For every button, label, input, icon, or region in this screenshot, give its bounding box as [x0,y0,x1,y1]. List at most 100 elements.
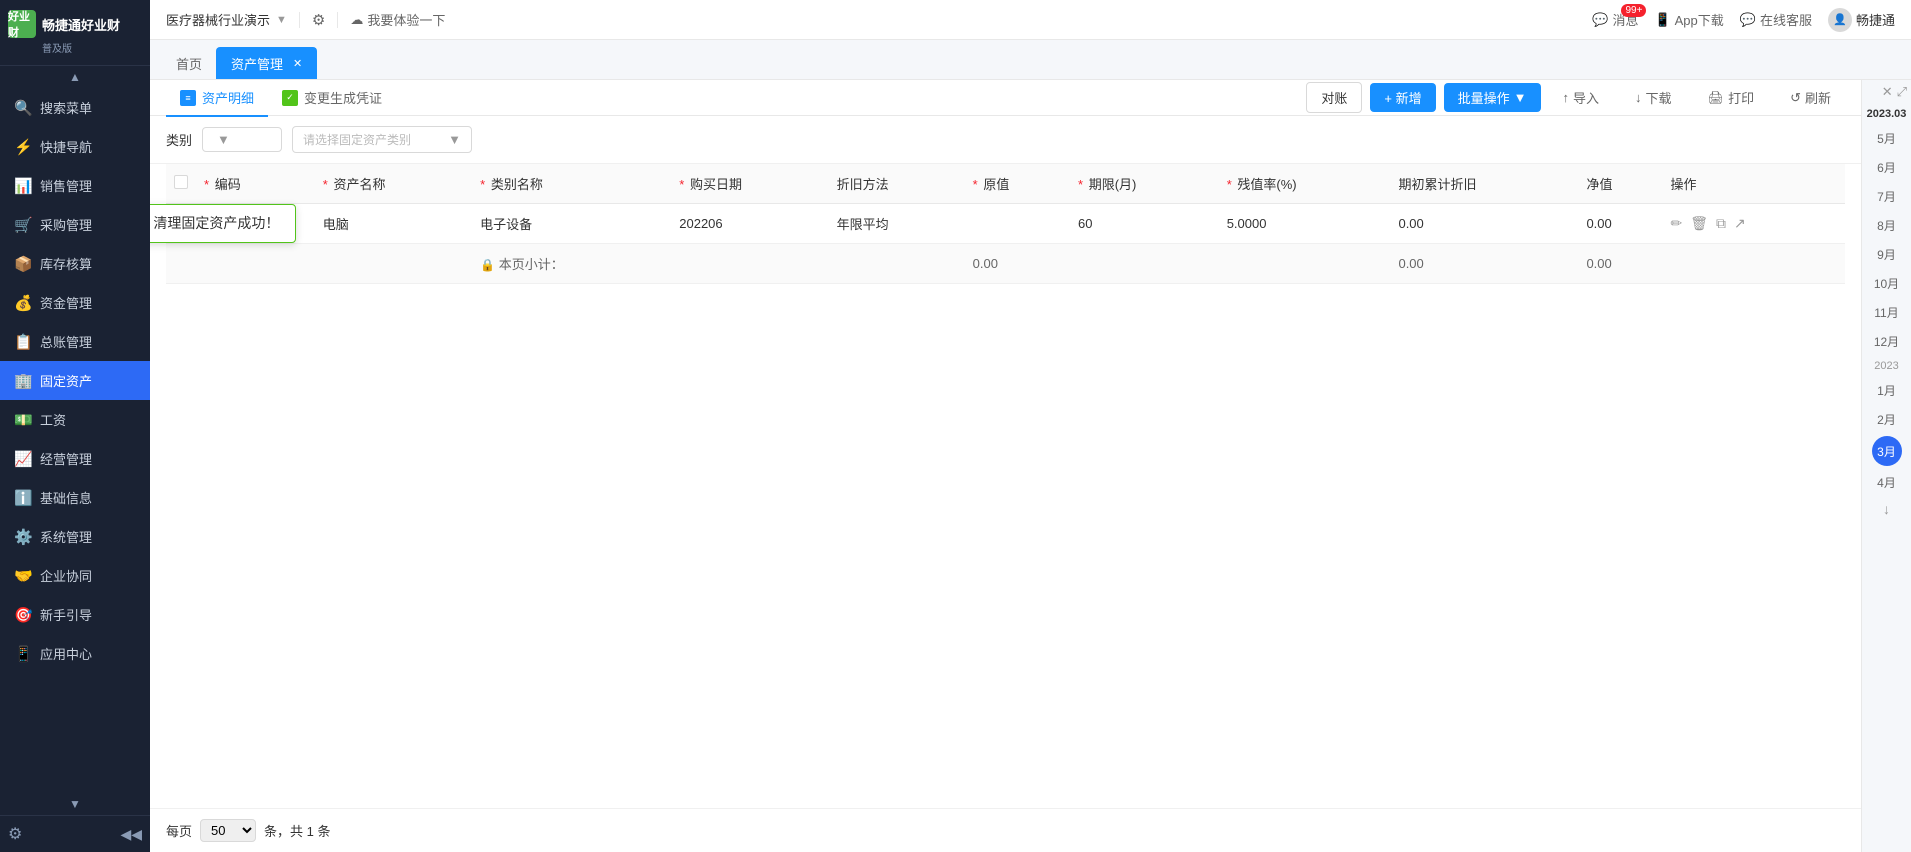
batch-button[interactable]: 批量操作 ▼ [1444,83,1541,112]
app-name: 畅捷通好业财 [42,15,120,34]
company-selector[interactable]: 医疗器械行业演示 ▼ [166,10,287,29]
table-body: 000001 电脑 电子设备 202206 [166,204,1845,284]
download-label: 下载 [1646,88,1672,107]
service-button[interactable]: 💬 在线客服 [1740,10,1812,29]
new-button[interactable]: + 新增 [1370,83,1435,112]
reconcile-label: 对账 [1321,88,1347,107]
row-original-value: ✅ 清理固定资产成功！ [965,204,1070,244]
type-dropdown-icon: ▼ [217,132,230,147]
collab-icon: 🤝 [14,567,32,585]
header-code: * 编码 [196,164,315,204]
content-area: ≡ 资产明细 ✓ 变更生成凭证 对账 + 新增 [150,80,1911,852]
cal-month-9[interactable]: 9月 [1862,240,1911,269]
sidebar-item-sales[interactable]: 📊 销售管理 [0,166,150,205]
company-dropdown-icon: ▼ [276,14,287,26]
per-page-label: 每页 [166,821,192,840]
print-label: 打印 [1728,88,1754,107]
import-button[interactable]: ↑ 导入 [1549,83,1614,112]
refresh-button[interactable]: ↺ 刷新 [1776,83,1845,112]
print-button[interactable]: 🖨 打印 [1694,83,1769,112]
app-download-icon: 📱 [1654,12,1670,28]
per-page-select[interactable]: 50 20 100 [200,819,256,842]
reconcile-button[interactable]: 对账 [1306,82,1362,113]
download-button[interactable]: ↓ 下载 [1621,83,1686,112]
sidebar-scroll-down[interactable]: ▼ [69,797,81,811]
newguide-icon: 🎯 [14,606,32,624]
copy-row-icon[interactable]: ⧉ [1716,215,1726,232]
header-purchase-date: * 购买日期 [671,164,828,204]
sidebar-item-label: 总账管理 [40,332,92,351]
table-subtotal-row: 🔒 本页小计： 0.00 0.00 [166,244,1845,284]
subtotal-label: 本页小计： [499,257,564,272]
tab-asset-detail[interactable]: ≡ 资产明细 [166,80,268,117]
subtotal-initial: 0.00 [1390,244,1578,284]
category-type-select[interactable]: ▼ [202,127,282,152]
sidebar-item-search[interactable]: 🔍 搜索菜单 [0,88,150,127]
sidebar-item-operations[interactable]: 📈 经营管理 [0,439,150,478]
sidebar-item-collab[interactable]: 🤝 企业协同 [0,556,150,595]
cal-month-5[interactable]: 5月 [1862,124,1911,153]
tab-asset-management[interactable]: 资产管理 ✕ [216,47,317,79]
sidebar-item-ledger[interactable]: 📋 总账管理 [0,322,150,361]
pagination: 每页 50 20 100 条，共 1 条 [150,808,1861,852]
table-header-row: * 编码 * 资产名称 * 类别名称 [166,164,1845,204]
cal-month-6[interactable]: 6月 [1862,153,1911,182]
asset-detail-tab-label: 资产明细 [202,88,254,107]
settings-gear-icon[interactable]: ⚙ [312,11,325,29]
tab-home[interactable]: 首页 [166,48,212,79]
delete-row-icon[interactable]: 🗑 [1690,215,1708,232]
subtotal-original: 0.00 [965,244,1070,284]
experience-button[interactable]: ☁ 我要体验一下 [350,10,445,29]
sidebar-item-inventory[interactable]: 📦 库存核算 [0,244,150,283]
sidebar-item-label: 快捷导航 [40,137,92,156]
notification-button[interactable]: 💬 消息 99+ [1592,10,1638,29]
notification-badge: 99+ [1621,4,1646,17]
sidebar-item-appstore[interactable]: 📱 应用中心 [0,634,150,673]
sidebar-item-fixed-assets[interactable]: 🏢 固定资产 [0,361,150,400]
cal-month-12[interactable]: 12月 [1862,327,1911,356]
inner-tabs: ≡ 资产明细 ✓ 变更生成凭证 [166,80,1306,115]
cal-month-2[interactable]: 2月 [1862,405,1911,434]
cal-year-label: 2023 [1874,356,1898,376]
tab-change-voucher[interactable]: ✓ 变更生成凭证 [268,80,396,117]
sidebar-item-finance[interactable]: 💰 资金管理 [0,283,150,322]
cal-month-1[interactable]: 1月 [1862,376,1911,405]
more-row-icon[interactable]: ↗ [1734,215,1746,232]
sidebar-item-newguide[interactable]: 🎯 新手引导 [0,595,150,634]
cal-month-8[interactable]: 8月 [1862,211,1911,240]
calendar-panel: ✕ ⤢ 2023.03 5月 6月 7月 8月 9月 10月 [1861,80,1911,852]
cal-month-10[interactable]: 10月 [1862,269,1911,298]
subtotal-empty1 [166,244,196,284]
sidebar-item-basics[interactable]: ℹ️ 基础信息 [0,478,150,517]
cal-month-7[interactable]: 7月 [1862,182,1911,211]
subtotal-empty6 [1219,244,1391,284]
cal-month-3-active[interactable]: 3月 [1872,436,1902,466]
app-download-button[interactable]: 📱 App下载 [1654,10,1723,29]
subtotal-label-cell: 🔒 本页小计： [472,244,671,284]
cal-scroll-down-icon[interactable]: ↓ [1883,501,1890,517]
table-wrapper[interactable]: * 编码 * 资产名称 * 类别名称 [150,164,1861,808]
header-depreciation-method: 折旧方法 [829,164,965,204]
sidebar-item-quicknav[interactable]: ⚡ 快捷导航 [0,127,150,166]
user-menu[interactable]: 👤 畅捷通 [1828,8,1895,32]
header-net-value: 净值 [1578,164,1662,204]
row-initial-depreciation: 0.00 [1390,204,1578,244]
header-residual-rate: * 残值率(%) [1219,164,1391,204]
sidebar-item-system[interactable]: ⚙️ 系统管理 [0,517,150,556]
sidebar-scroll-up[interactable]: ▲ [69,70,81,84]
cal-expand-button[interactable]: ⤢ [1897,84,1907,100]
edit-row-icon[interactable]: ✏ [1670,215,1682,232]
collapse-icon[interactable]: ◀◀ [120,826,142,843]
cal-month-4[interactable]: 4月 [1862,468,1911,497]
select-all-checkbox[interactable] [174,175,188,189]
cal-close-button[interactable]: ✕ [1882,84,1893,100]
sidebar-item-purchase[interactable]: 🛒 采购管理 [0,205,150,244]
topbar-divider [299,12,300,28]
category-input[interactable]: 请选择固定资产类别 ▼ [292,126,472,153]
subtotal-empty4 [829,244,965,284]
cal-month-11[interactable]: 11月 [1862,298,1911,327]
tab-close-icon[interactable]: ✕ [293,57,302,70]
sidebar-item-payroll[interactable]: 💵 工资 [0,400,150,439]
content-main: ≡ 资产明细 ✓ 变更生成凭证 对账 + 新增 [150,80,1861,852]
settings-icon[interactable]: ⚙ [8,824,22,844]
